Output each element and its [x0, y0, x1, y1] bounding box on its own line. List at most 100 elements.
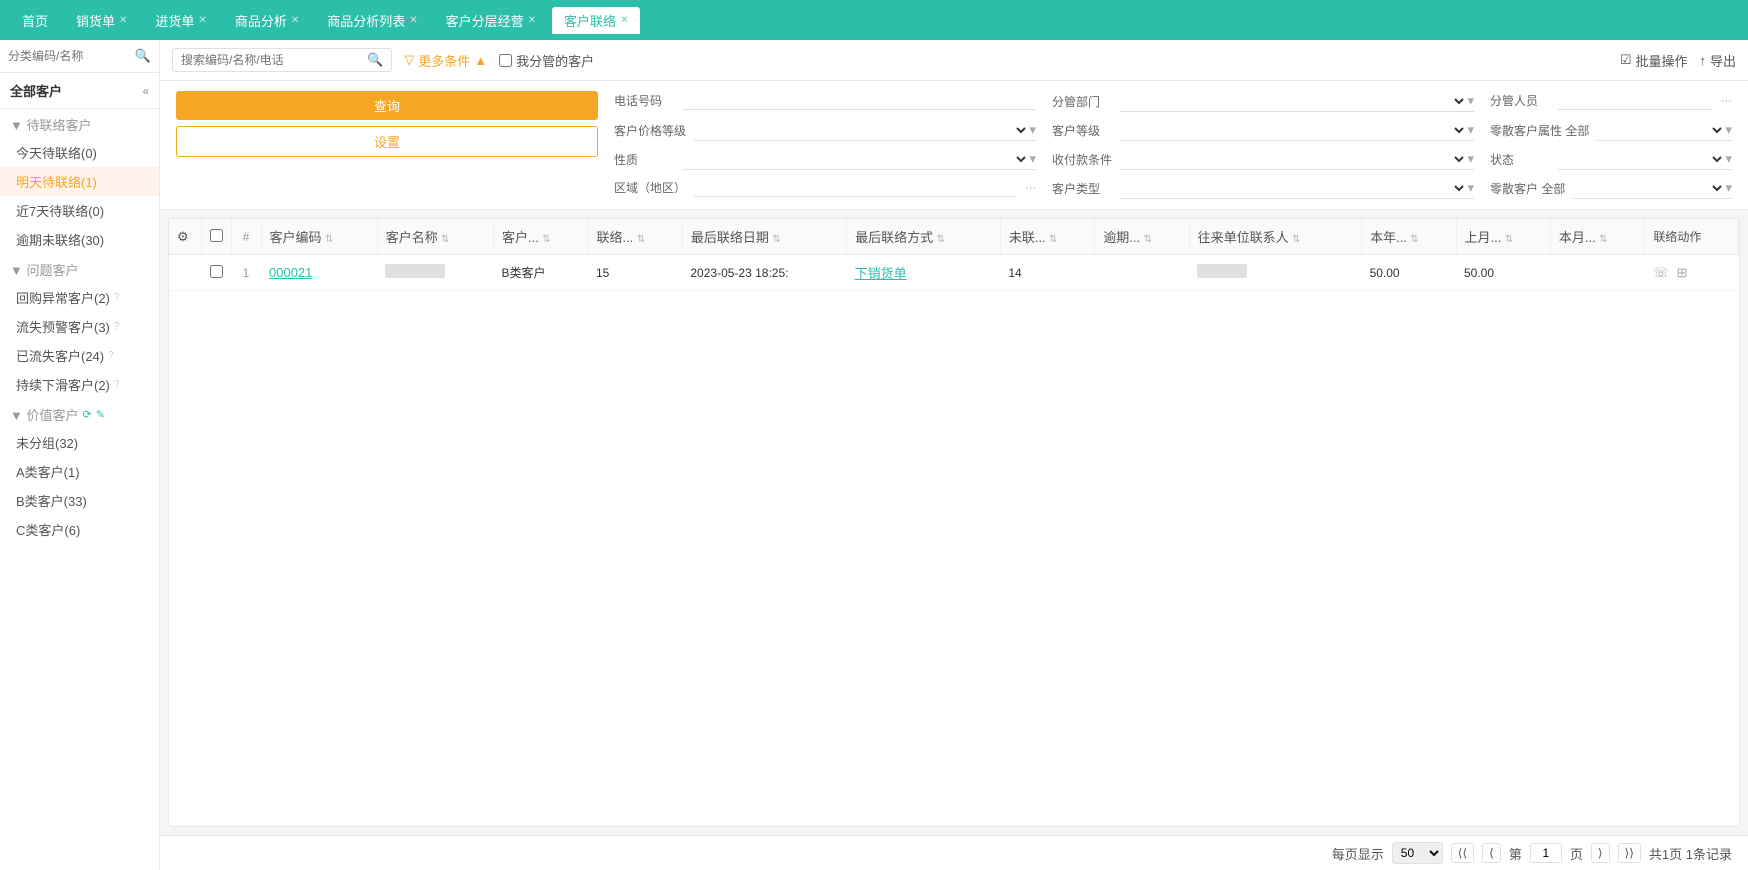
close-icon[interactable]: ✕ [119, 15, 127, 26]
chevron-up-icon: ▲ [474, 53, 487, 68]
row-action[interactable]: ☏ ⊞ [1645, 255, 1739, 291]
prev-page-btn[interactable]: ⟨ [1482, 843, 1501, 863]
filter-retail-attr-wrap: ▾ [1597, 120, 1732, 141]
filter-nature-select[interactable] [682, 151, 1029, 167]
row-last-contact-method[interactable]: 下销货单 [847, 255, 1001, 291]
sidebar-search-icon[interactable]: 🔍 [135, 48, 151, 64]
nav-purchase-order[interactable]: 进货单 ✕ [143, 7, 218, 34]
search-icon[interactable]: 🔍 [367, 52, 383, 68]
th-code[interactable]: 客户编码 ⇅ [261, 219, 377, 255]
collapse-icon: « [142, 84, 149, 98]
help-icon[interactable]: ? [114, 292, 120, 303]
th-last-month[interactable]: 上月... ⇅ [1456, 219, 1550, 255]
help-icon[interactable]: ? [114, 379, 120, 390]
last-page-btn[interactable]: ⟩⟩ [1618, 843, 1641, 863]
th-uncontacted[interactable]: 未联... ⇅ [1000, 219, 1094, 255]
sort-icon: ⇅ [937, 234, 945, 245]
row-num: 1 [231, 255, 261, 291]
nav-product-analysis[interactable]: 商品分析 ✕ [223, 7, 311, 34]
th-unit-contact[interactable]: 往来单位联系人 ⇅ [1189, 219, 1361, 255]
sidebar-item-type-b[interactable]: B类客户(33) [0, 486, 159, 515]
th-last-contact-method[interactable]: 最后联络方式 ⇅ [847, 219, 1001, 255]
filter-status: 状态 ▾ [1490, 149, 1732, 170]
nav-sales-order[interactable]: 销货单 ✕ [64, 7, 139, 34]
th-overdue[interactable]: 逾期... ⇅ [1095, 219, 1189, 255]
th-contact[interactable]: 联络... ⇅ [588, 219, 682, 255]
help-icon[interactable]: ? [114, 321, 120, 332]
th-this-month[interactable]: 本月... ⇅ [1550, 219, 1644, 255]
sidebar-item-type-c[interactable]: C类客户(6) [0, 515, 159, 544]
more-icon[interactable]: ··· [1721, 95, 1732, 107]
chevron-down-icon: ▾ [1725, 180, 1732, 196]
filter-price-level-select[interactable] [694, 122, 1029, 138]
sidebar-item-ungrouped[interactable]: 未分组(32) [0, 428, 159, 457]
th-this-year[interactable]: 本年... ⇅ [1362, 219, 1456, 255]
filter-status-select[interactable] [1558, 151, 1725, 167]
more-filter-btn[interactable]: ▽ 更多条件 ▲ [404, 51, 487, 70]
contact-action-icon[interactable]: ☏ [1653, 265, 1669, 280]
filter-payment-select[interactable] [1120, 151, 1467, 167]
edit-icon[interactable]: ✎ [96, 408, 105, 421]
sidebar-search-input[interactable] [8, 49, 131, 63]
more-icon[interactable]: ··· [1025, 182, 1036, 194]
my-customers-checkbox[interactable]: 我分管的客户 [499, 51, 594, 70]
close-icon[interactable]: ✕ [291, 15, 299, 26]
sidebar-item-churn-warning[interactable]: 流失预警客户(3) ? [0, 312, 159, 341]
gear-icon[interactable]: ⚙ [177, 229, 189, 244]
filter-customer-level-select[interactable] [1120, 122, 1467, 138]
row-code[interactable]: 000021 [261, 255, 377, 291]
nav-home[interactable]: 首页 [10, 7, 60, 34]
close-icon[interactable]: ✕ [409, 15, 417, 26]
sidebar-item-today-contact[interactable]: 今天待联络(0) [0, 138, 159, 167]
nav-customer-contact[interactable]: 客户联络 ✕ [552, 7, 640, 34]
filter-dept-select[interactable] [1120, 93, 1467, 109]
th-settings[interactable]: ⚙ [169, 219, 201, 255]
sidebar-item-overdue-contact[interactable]: 逾期未联络(30) [0, 225, 159, 254]
sidebar-all-customers[interactable]: 全部客户 « [0, 73, 159, 109]
sidebar-item-tomorrow-contact[interactable]: 明天待联络(1) [0, 167, 159, 196]
sidebar-item-repurchase-anomaly[interactable]: 回购异常客户(2) ? [0, 283, 159, 312]
nav-product-analysis-list[interactable]: 商品分析列表 ✕ [315, 7, 429, 34]
th-type[interactable]: 客户... ⇅ [494, 219, 588, 255]
next-page-btn[interactable]: ⟩ [1591, 843, 1610, 863]
page-input[interactable] [1530, 843, 1562, 863]
nav-customer-layers[interactable]: 客户分层经营 ✕ [434, 7, 548, 34]
close-icon[interactable]: ✕ [528, 15, 536, 26]
close-icon[interactable]: ✕ [620, 15, 628, 26]
close-icon[interactable]: ✕ [198, 15, 206, 26]
refresh-icon[interactable]: ⟳ [82, 408, 91, 421]
th-name[interactable]: 客户名称 ⇅ [377, 219, 493, 255]
filter-customer-type-select[interactable] [1120, 180, 1467, 196]
export-btn[interactable]: ↑ 导出 [1699, 51, 1736, 70]
filter-phone-input[interactable] [682, 91, 1036, 110]
customer-table: ⚙ # 客户编码 ⇅ 客户名称 ⇅ 客户... ⇅ [169, 219, 1739, 291]
sidebar-item-type-a[interactable]: A类客户(1) [0, 457, 159, 486]
sidebar-item-declining[interactable]: 持续下滑客户(2) ? [0, 370, 159, 399]
filter-person: 分管人员 ··· [1490, 91, 1732, 110]
select-all-checkbox[interactable] [210, 229, 223, 242]
search-input[interactable] [181, 53, 361, 67]
table-row: 1 000021 B类客户 15 2023-05-23 18:25: 下销货单 … [169, 255, 1739, 291]
first-page-btn[interactable]: ⟨⟨ [1451, 843, 1474, 863]
more-action-icon[interactable]: ⊞ [1676, 265, 1687, 280]
filter-payment: 收付款条件 ▾ [1052, 149, 1474, 170]
row-checkbox-cell[interactable] [201, 255, 231, 291]
per-page-select[interactable]: 50 100 200 [1392, 842, 1443, 864]
filter-region-input[interactable] [694, 178, 1017, 197]
sidebar-item-7days-contact[interactable]: 近7天待联络(0) [0, 196, 159, 225]
query-button[interactable]: 查询 [176, 91, 598, 120]
my-customers-check[interactable] [499, 54, 512, 67]
chevron-down-icon: ▾ [1725, 151, 1732, 167]
settings-button[interactable]: 设置 [176, 126, 598, 157]
filter-retail-customer-select[interactable] [1573, 180, 1725, 196]
sidebar-item-churned[interactable]: 已流失客户(24) ? [0, 341, 159, 370]
row-name[interactable] [377, 255, 493, 291]
batch-op-btn[interactable]: ☑ 批量操作 [1620, 51, 1688, 70]
chevron-down-icon: ▾ [1467, 151, 1474, 167]
th-last-contact-date[interactable]: 最后联络日期 ⇅ [682, 219, 846, 255]
help-icon[interactable]: ? [108, 350, 114, 361]
row-checkbox[interactable] [210, 265, 223, 278]
filter-price-level-wrap: ▾ [694, 120, 1036, 141]
filter-retail-attr-select[interactable] [1597, 122, 1725, 138]
filter-person-input[interactable] [1558, 91, 1713, 110]
